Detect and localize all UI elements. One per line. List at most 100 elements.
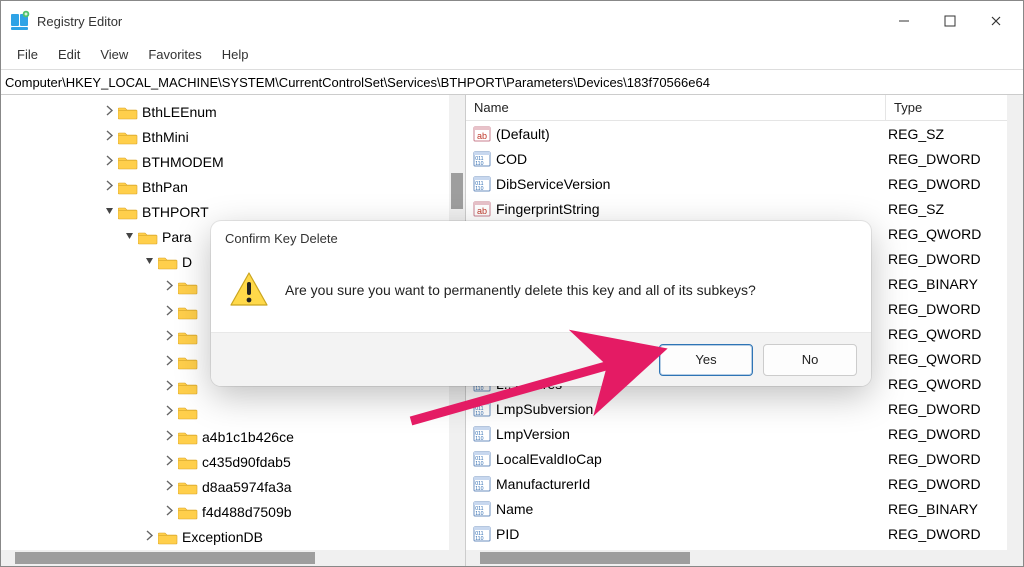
minimize-button[interactable] [881,5,927,37]
maximize-button[interactable] [927,5,973,37]
folder-icon [138,228,158,246]
yes-button[interactable]: Yes [659,344,753,376]
tree-hscroll[interactable] [1,550,465,566]
value-type: REG_DWORD [888,251,981,267]
folder-icon [178,378,198,396]
folder-icon [178,428,198,446]
list-vscroll[interactable] [1007,95,1023,550]
tree-item[interactable]: BthPan [1,174,465,199]
value-type: REG_DWORD [888,426,981,442]
chevron-right-icon[interactable] [101,155,117,169]
list-item[interactable]: LmpSubversionREG_DWORD [466,396,1007,421]
value-type: REG_DWORD [888,176,981,192]
folder-icon [178,353,198,371]
menu-view[interactable]: View [90,43,138,66]
tree-item-label: Para [162,229,192,245]
chevron-right-icon[interactable] [161,430,177,444]
binary-value-icon [472,149,492,169]
tree-item[interactable]: BthLEEnum [1,99,465,124]
binary-value-icon [472,449,492,469]
warning-icon [229,270,269,310]
chevron-right-icon[interactable] [141,530,157,544]
value-type: REG_QWORD [888,226,981,242]
tree-item-label: BthLEEnum [142,104,217,120]
chevron-right-icon[interactable] [101,180,117,194]
dialog-title: Confirm Key Delete [211,221,871,248]
tree-item-label: a4b1c1b426ce [202,429,294,445]
col-name-header[interactable]: Name [466,95,886,120]
tree-item-label: BTHMODEM [142,154,224,170]
list-item[interactable]: CODREG_DWORD [466,146,1007,171]
close-button[interactable] [973,5,1019,37]
value-type: REG_DWORD [888,301,981,317]
chevron-right-icon[interactable] [161,480,177,494]
chevron-right-icon[interactable] [101,130,117,144]
folder-icon [158,528,178,546]
tree-item-label: c435d90fdab5 [202,454,291,470]
tree-item[interactable]: c435d90fdab5 [1,449,465,474]
chevron-right-icon[interactable] [161,355,177,369]
tree-item-label: f4d488d7509b [202,504,292,520]
folder-icon [158,253,178,271]
menu-help[interactable]: Help [212,43,259,66]
tree-item[interactable]: BTHMODEM [1,149,465,174]
chevron-right-icon[interactable] [161,305,177,319]
chevron-right-icon[interactable] [161,330,177,344]
list-item[interactable]: FingerprintStringREG_SZ [466,196,1007,221]
value-type: REG_DWORD [888,526,981,542]
list-item[interactable]: LocalEvaldIoCapREG_DWORD [466,446,1007,471]
no-button[interactable]: No [763,344,857,376]
chevron-right-icon[interactable] [161,380,177,394]
chevron-right-icon[interactable] [161,505,177,519]
value-type: REG_BINARY [888,276,978,292]
string-value-icon [472,199,492,219]
list-item[interactable]: DibServiceVersionREG_DWORD [466,171,1007,196]
titlebar: Registry Editor [1,1,1023,41]
tree-item-label: D [182,254,192,270]
value-name: ManufacturerId [496,476,888,492]
folder-icon [178,478,198,496]
dialog-message: Are you sure you want to permanently del… [285,282,756,298]
chevron-down-icon[interactable] [141,255,157,269]
chevron-right-icon[interactable] [101,105,117,119]
menu-edit[interactable]: Edit [48,43,90,66]
tree-item[interactable]: ExceptionDB [1,524,465,549]
chevron-right-icon[interactable] [161,280,177,294]
list-header[interactable]: Name Type [466,95,1023,121]
tree-item[interactable]: BthMini [1,124,465,149]
list-item[interactable]: (Default)REG_SZ [466,121,1007,146]
folder-icon [118,128,138,146]
chevron-down-icon[interactable] [101,205,117,219]
tree-item[interactable] [1,399,465,424]
value-name: LocalEvaldIoCap [496,451,888,467]
chevron-down-icon[interactable] [121,230,137,244]
menubar: File Edit View Favorites Help [1,41,1023,69]
value-type: REG_BINARY [888,501,978,517]
value-type: REG_DWORD [888,151,981,167]
value-name: DibServiceVersion [496,176,888,192]
tree-item[interactable]: f4d488d7509b [1,499,465,524]
address-bar[interactable]: Computer\HKEY_LOCAL_MACHINE\SYSTEM\Curre… [1,69,1023,95]
value-name: LmpSubversion [496,401,888,417]
tree-item[interactable]: a4b1c1b426ce [1,424,465,449]
folder-icon [178,403,198,421]
chevron-right-icon[interactable] [161,455,177,469]
list-item[interactable]: LmpVersionREG_DWORD [466,421,1007,446]
value-type: REG_SZ [888,126,944,142]
list-item[interactable]: NameREG_BINARY [466,496,1007,521]
chevron-right-icon[interactable] [161,405,177,419]
window-title: Registry Editor [37,14,122,29]
tree-item[interactable]: d8aa5974fa3a [1,474,465,499]
list-item[interactable]: PIDREG_DWORD [466,521,1007,546]
list-hscroll[interactable] [466,550,1023,566]
menu-favorites[interactable]: Favorites [138,43,211,66]
folder-icon [118,103,138,121]
tree-item-label: BthPan [142,179,188,195]
folder-icon [178,453,198,471]
folder-icon [178,328,198,346]
col-type-header[interactable]: Type [886,95,1023,120]
menu-file[interactable]: File [7,43,48,66]
binary-value-icon [472,399,492,419]
list-item[interactable]: ManufacturerIdREG_DWORD [466,471,1007,496]
string-value-icon [472,124,492,144]
